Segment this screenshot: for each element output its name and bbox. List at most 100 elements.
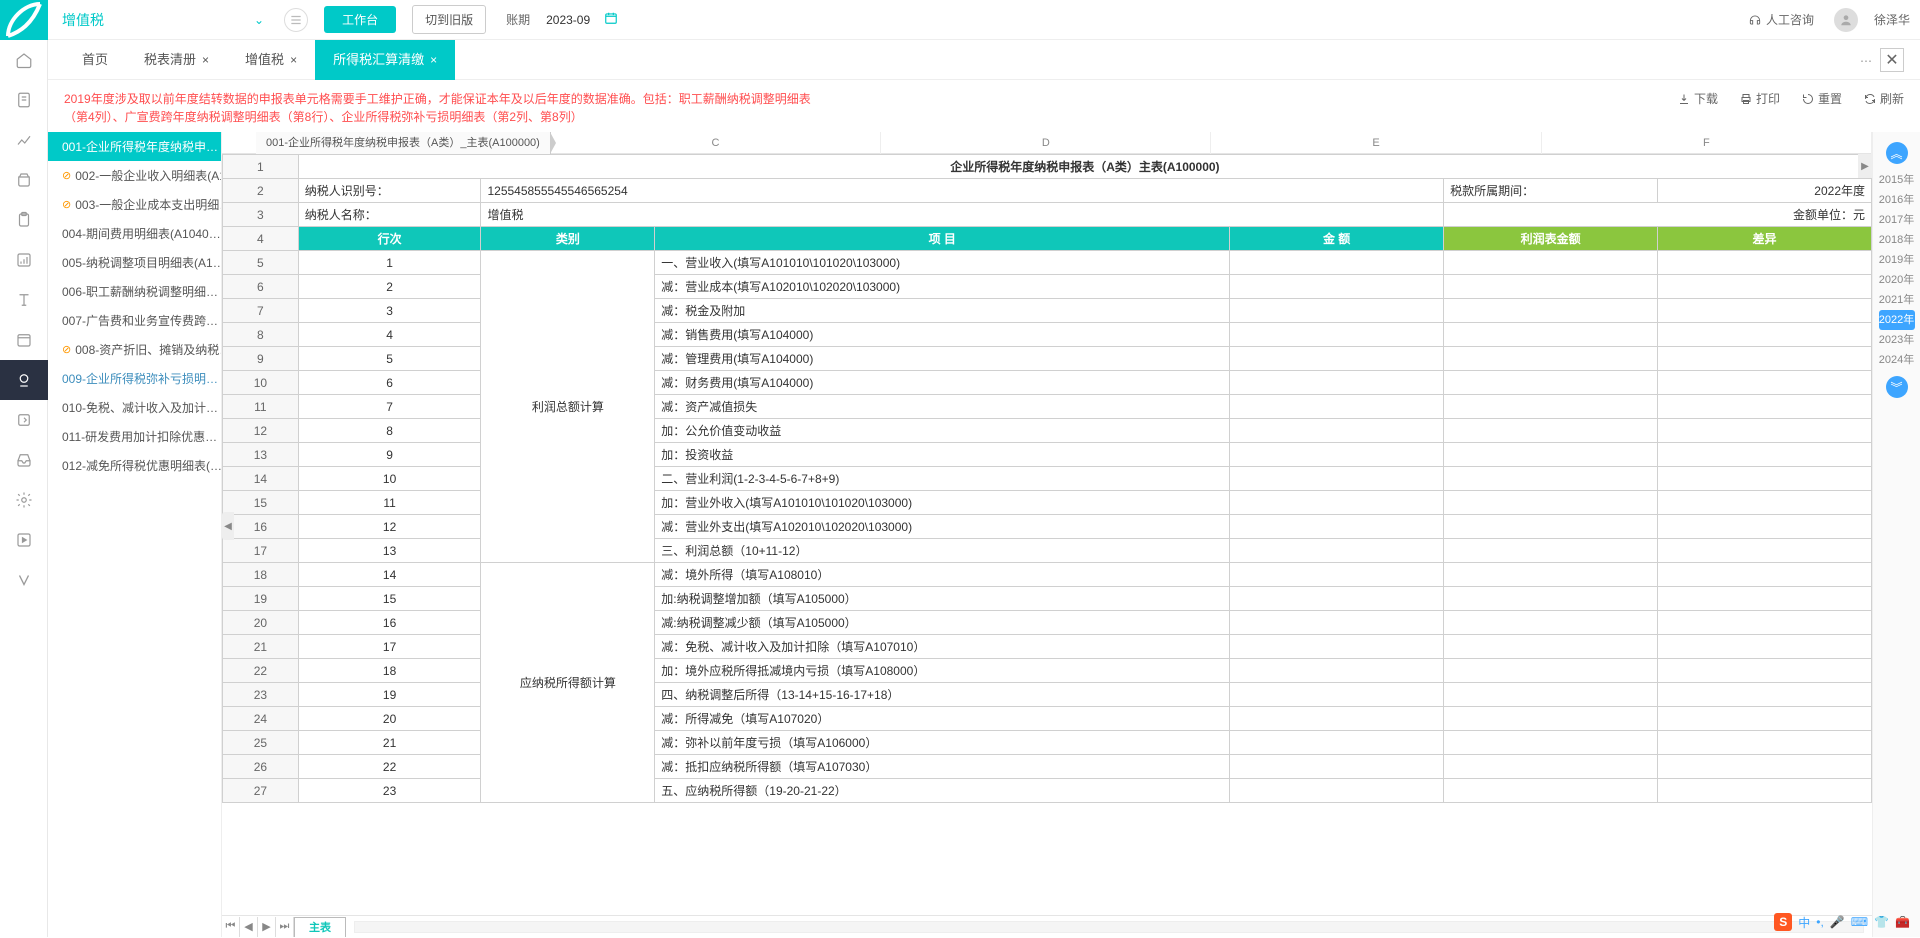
item-cell[interactable]: 减：销售费用(填写A104000) [655, 323, 1230, 347]
value-cell[interactable] [1230, 515, 1444, 539]
taxpayer-name-value[interactable]: 增值税 [481, 203, 1444, 227]
tabs-close-all-button[interactable]: ✕ [1880, 48, 1904, 72]
year-button[interactable]: 2021年 [1879, 290, 1915, 310]
row-header[interactable]: 27 [223, 779, 299, 803]
tree-item[interactable]: ⊘002-一般企业收入明细表(A1… [48, 161, 221, 190]
sheet-tab-first-icon[interactable]: ⏮ [222, 917, 240, 937]
sheet-path-tab[interactable]: 001-企业所得税年度纳税申报表（A类）_主表(A100000) [256, 132, 551, 154]
year-button[interactable]: 2023年 [1879, 330, 1915, 350]
nav-box-icon[interactable] [0, 400, 48, 440]
value-cell[interactable] [1658, 683, 1872, 707]
value-cell[interactable] [1444, 299, 1658, 323]
value-cell[interactable] [1230, 659, 1444, 683]
value-cell[interactable] [1658, 659, 1872, 683]
tab[interactable]: 税表清册× [126, 40, 227, 80]
year-down-icon[interactable]: ︾ [1886, 376, 1908, 398]
nav-clipboard-icon[interactable] [0, 200, 48, 240]
row-number-cell[interactable]: 21 [298, 731, 481, 755]
item-cell[interactable]: 减：营业外支出(填写A102010\102020\103000) [655, 515, 1230, 539]
download-button[interactable]: 下载 [1678, 90, 1718, 107]
row-header[interactable]: 7 [223, 299, 299, 323]
value-cell[interactable] [1230, 443, 1444, 467]
value-cell[interactable] [1444, 563, 1658, 587]
tree-collapse-handle[interactable]: ◀ [222, 512, 234, 540]
row-number-cell[interactable]: 19 [298, 683, 481, 707]
value-cell[interactable] [1444, 323, 1658, 347]
ime-toolbox-icon[interactable]: 🧰 [1895, 915, 1910, 929]
item-cell[interactable]: 减：抵扣应纳税所得额（填写A107030） [655, 755, 1230, 779]
taxpayer-id-value[interactable]: 125545855545546565254 [481, 179, 1444, 203]
item-cell[interactable]: 减：营业成本(填写A102010\102020\103000) [655, 275, 1230, 299]
consult-link[interactable]: 人工咨询 [1748, 11, 1814, 28]
year-button[interactable]: 2018年 [1879, 230, 1915, 250]
year-button[interactable]: 2016年 [1879, 190, 1915, 210]
value-cell[interactable] [1658, 707, 1872, 731]
sheet-tab-prev-icon[interactable]: ◀ [240, 917, 258, 937]
year-button[interactable]: 2022年 [1879, 310, 1915, 330]
value-cell[interactable] [1230, 395, 1444, 419]
row-header[interactable]: 25 [223, 731, 299, 755]
value-cell[interactable] [1658, 587, 1872, 611]
reset-button[interactable]: 重置 [1802, 90, 1842, 107]
period-value[interactable]: 2023-09 [546, 13, 590, 27]
print-button[interactable]: 打印 [1740, 90, 1780, 107]
item-cell[interactable]: 减：境外所得（填写A108010） [655, 563, 1230, 587]
sheet-expand-handle[interactable]: ▶ [1858, 154, 1872, 178]
ime-mode[interactable]: 中 [1798, 914, 1810, 931]
user-name[interactable]: 徐泽华 [1874, 11, 1910, 28]
item-cell[interactable]: 三、利润总额（10+11-12） [655, 539, 1230, 563]
row-header[interactable]: 9 [223, 347, 299, 371]
tree-item[interactable]: 004-期间费用明细表(A1040… [48, 219, 221, 248]
sheet-tab-next-icon[interactable]: ▶ [258, 917, 276, 937]
value-cell[interactable] [1444, 275, 1658, 299]
tree-item[interactable]: 009-企业所得税弥补亏损明… [48, 364, 221, 393]
value-cell[interactable] [1444, 347, 1658, 371]
item-cell[interactable]: 减：资产减值损失 [655, 395, 1230, 419]
value-cell[interactable] [1230, 731, 1444, 755]
tax-period-value[interactable]: 2022年度 [1658, 179, 1872, 203]
item-cell[interactable]: 加：境外应税所得抵减境内亏损（填写A108000） [655, 659, 1230, 683]
value-cell[interactable] [1658, 275, 1872, 299]
item-cell[interactable]: 减:纳税调整减少额（填写A105000） [655, 611, 1230, 635]
row-number-cell[interactable]: 15 [298, 587, 481, 611]
row-number-cell[interactable]: 4 [298, 323, 481, 347]
value-cell[interactable] [1230, 347, 1444, 371]
value-cell[interactable] [1230, 323, 1444, 347]
value-cell[interactable] [1444, 491, 1658, 515]
value-cell[interactable] [1658, 491, 1872, 515]
nav-play-icon[interactable] [0, 520, 48, 560]
item-cell[interactable]: 减：所得减免（填写A107020） [655, 707, 1230, 731]
value-cell[interactable] [1230, 539, 1444, 563]
value-cell[interactable] [1444, 419, 1658, 443]
row-number-cell[interactable]: 11 [298, 491, 481, 515]
row-number-cell[interactable]: 13 [298, 539, 481, 563]
row-header[interactable]: 20 [223, 611, 299, 635]
row-number-cell[interactable]: 20 [298, 707, 481, 731]
nav-calendar-icon[interactable] [0, 320, 48, 360]
value-cell[interactable] [1658, 371, 1872, 395]
row-header[interactable]: 13 [223, 443, 299, 467]
row-header[interactable]: 5 [223, 251, 299, 275]
value-cell[interactable] [1230, 587, 1444, 611]
row-header[interactable]: 19 [223, 587, 299, 611]
value-cell[interactable] [1230, 779, 1444, 803]
item-cell[interactable]: 减：税金及附加 [655, 299, 1230, 323]
item-cell[interactable]: 加：营业外收入(填写A101010\101020\103000) [655, 491, 1230, 515]
tab-close-icon[interactable]: × [202, 40, 209, 80]
year-button[interactable]: 2017年 [1879, 210, 1915, 230]
value-cell[interactable] [1658, 539, 1872, 563]
value-cell[interactable] [1658, 755, 1872, 779]
item-cell[interactable]: 二、营业利润(1-2-3-4-5-6-7+8+9) [655, 467, 1230, 491]
item-cell[interactable]: 四、纳税调整后所得（13-14+15-16-17+18） [655, 683, 1230, 707]
value-cell[interactable] [1658, 395, 1872, 419]
workspace-button[interactable]: 工作台 [324, 6, 396, 33]
row-number-cell[interactable]: 8 [298, 419, 481, 443]
value-cell[interactable] [1230, 563, 1444, 587]
tab-close-icon[interactable]: × [430, 40, 437, 80]
company-name[interactable]: 增值税 [62, 10, 104, 30]
calendar-icon[interactable] [604, 11, 618, 28]
column-letter[interactable]: E [1211, 132, 1541, 154]
value-cell[interactable] [1658, 515, 1872, 539]
value-cell[interactable] [1658, 323, 1872, 347]
row-header[interactable]: 21 [223, 635, 299, 659]
